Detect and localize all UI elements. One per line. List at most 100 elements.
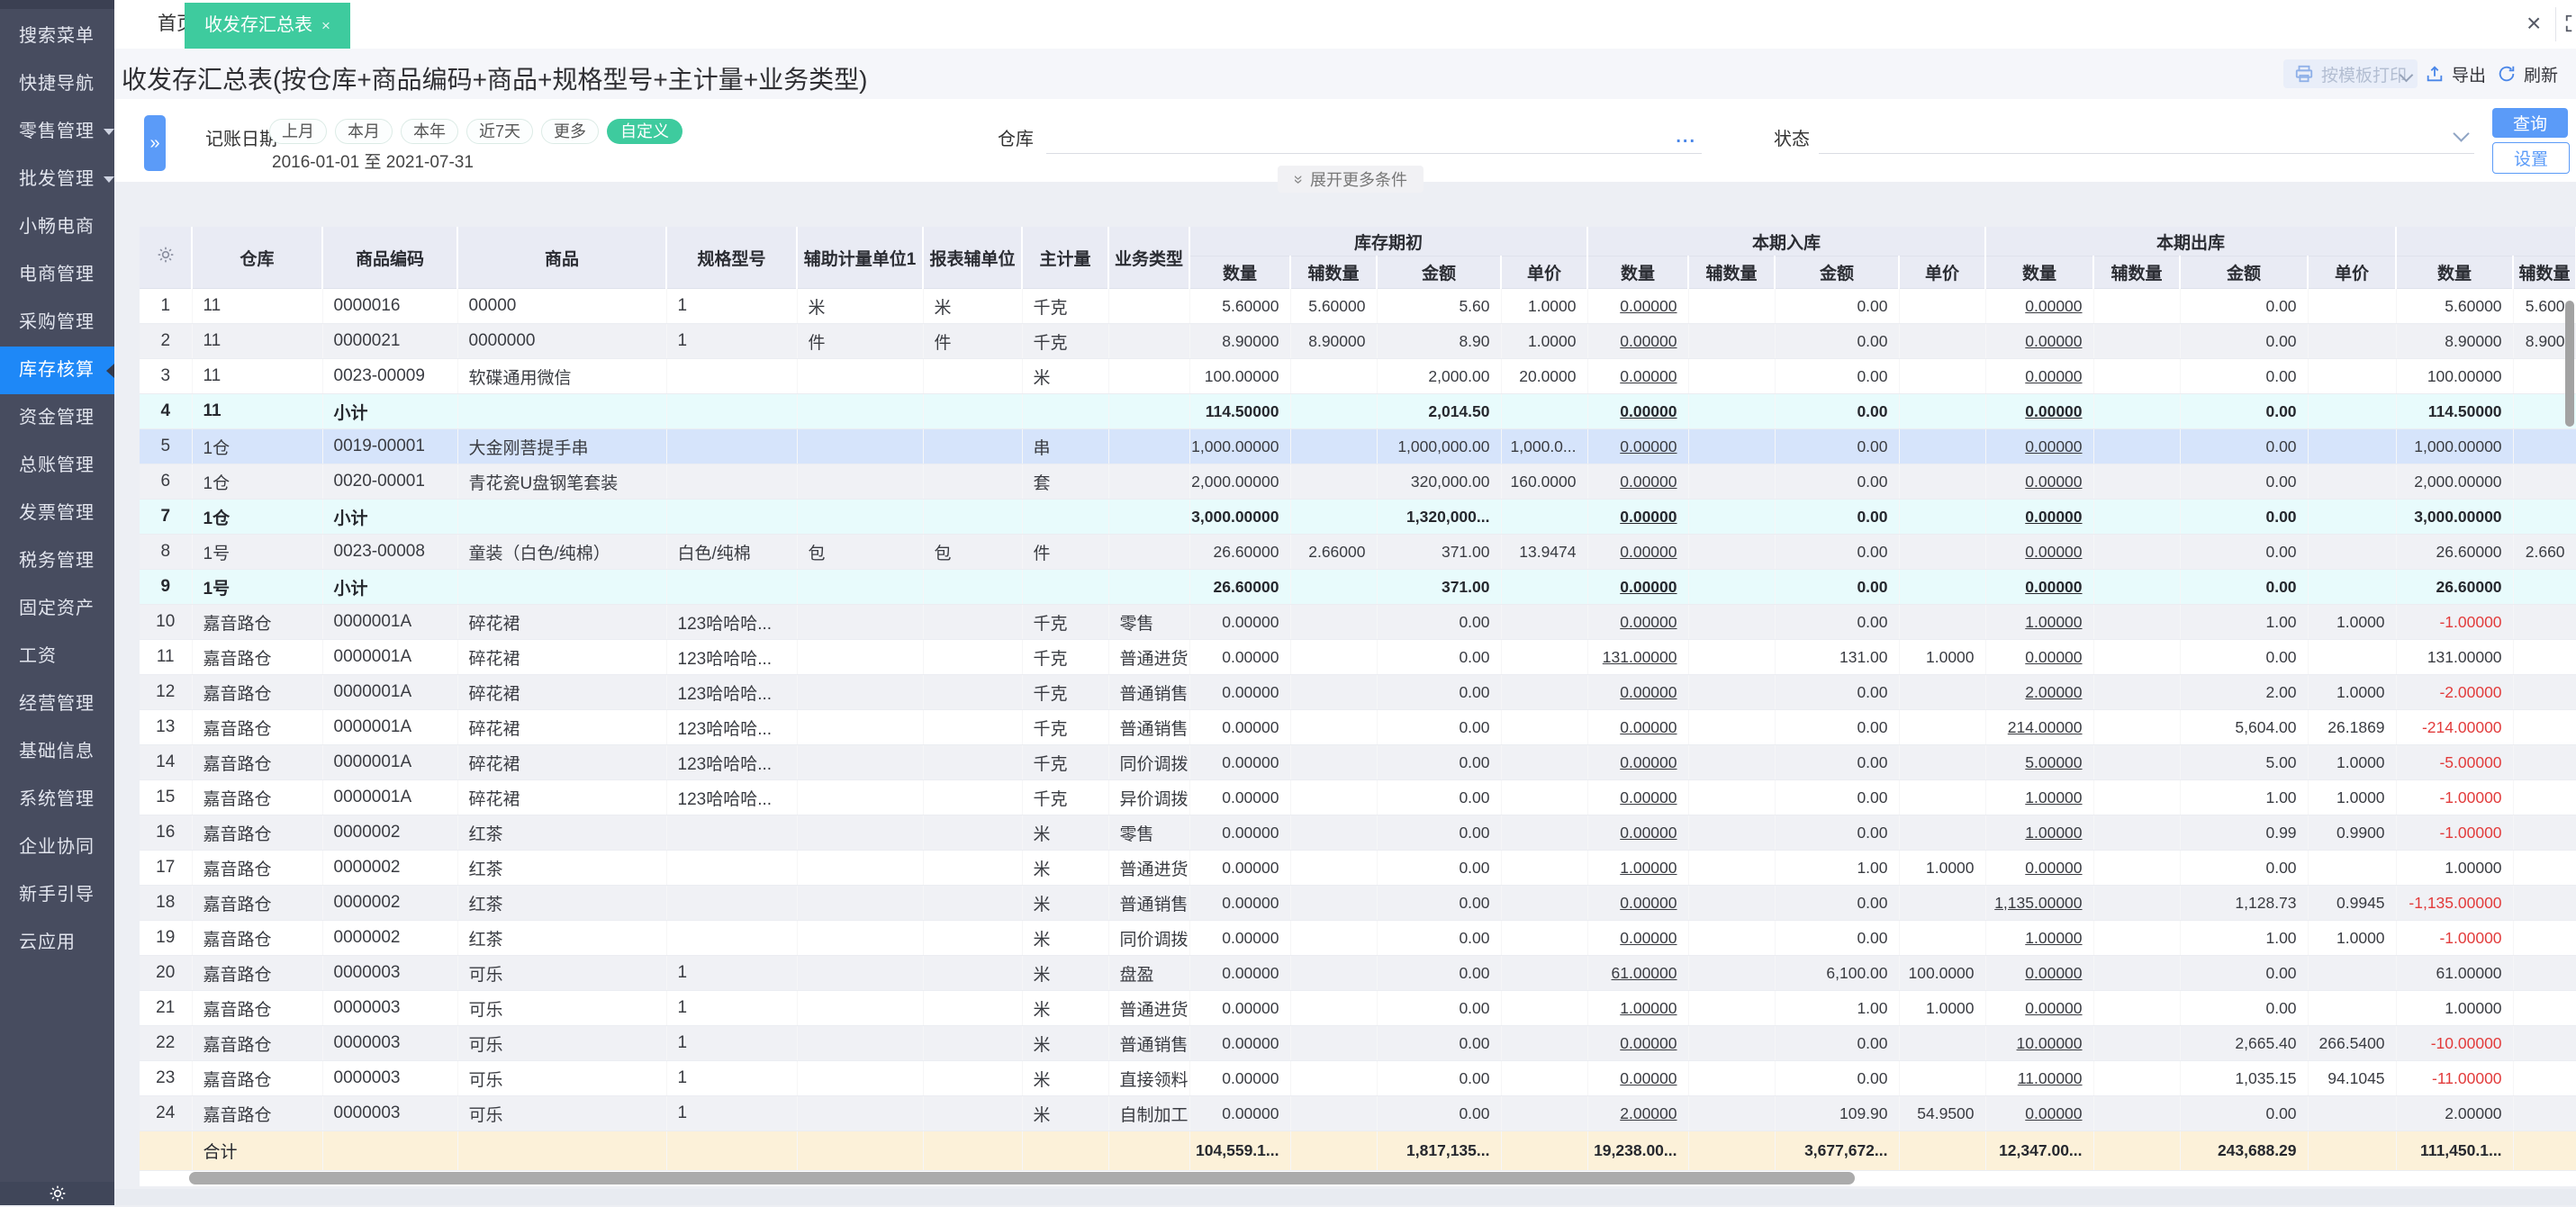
table-row-13[interactable]: 13 嘉音路仓 0000001A 碎花裙 123哈哈哈... 千克 普通销售 0.00000 0… bbox=[140, 709, 2576, 745]
drilldown-link[interactable]: 0.00000 bbox=[2025, 964, 2082, 982]
ellipsis-icon[interactable]: ... bbox=[1676, 127, 1696, 148]
warehouse-input[interactable]: ... bbox=[1046, 121, 1702, 154]
drilldown-link[interactable]: 0.00000 bbox=[1620, 332, 1677, 350]
drilldown-link[interactable]: 1.00000 bbox=[2025, 788, 2082, 806]
drilldown-link[interactable]: 2.00000 bbox=[1620, 1104, 1677, 1122]
drilldown-link[interactable]: 0.00000 bbox=[1620, 297, 1677, 315]
table-row-9[interactable]: 9 1号 小计 26.60000 371.00 0.00000 0.00 0.00000 0.0… bbox=[140, 569, 2576, 605]
date-chip-1[interactable]: 本月 bbox=[335, 119, 393, 144]
sidebar-item-6[interactable]: 采购管理 bbox=[0, 299, 114, 347]
drilldown-link[interactable]: 0.00000 bbox=[1620, 824, 1677, 842]
drilldown-link[interactable]: 61.00000 bbox=[1612, 964, 1677, 982]
drilldown-link[interactable]: 0.00000 bbox=[1620, 683, 1677, 701]
drilldown-link[interactable]: 0.00000 bbox=[1620, 718, 1677, 736]
table-row-18[interactable]: 18 嘉音路仓 0000002 红茶 米普通销售 0.00000 0.00 0.00000 0.… bbox=[140, 885, 2576, 921]
table-row-10[interactable]: 10 嘉音路仓 0000001A 碎花裙 123哈哈哈... 千克 零售 0.00000 0.0… bbox=[140, 604, 2576, 640]
table-row-23[interactable]: 23 嘉音路仓 0000003 可乐 1 米直接领料 0.00000 0.00 0.00000 0… bbox=[140, 1060, 2576, 1096]
drilldown-link[interactable]: 214.00000 bbox=[2008, 718, 2083, 736]
drilldown-link[interactable]: 0.00000 bbox=[2025, 367, 2082, 385]
drilldown-link[interactable]: 0.00000 bbox=[2025, 402, 2082, 420]
table-row-7[interactable]: 7 1仓 小计 3,000.00000 1,320,000... 0.00000 0.00 0… bbox=[140, 499, 2576, 535]
date-chip-3[interactable]: 近7天 bbox=[466, 119, 534, 144]
sidebar-item-15[interactable]: 基础信息 bbox=[0, 728, 114, 776]
table-row-17[interactable]: 17 嘉音路仓 0000002 红茶 米普通进货 0.00000 0.00 1.00000 1.… bbox=[140, 850, 2576, 886]
drilldown-link[interactable]: 0.00000 bbox=[1620, 508, 1677, 526]
drilldown-link[interactable]: 0.00000 bbox=[1620, 437, 1677, 455]
sidebar-item-4[interactable]: 小畅电商 bbox=[0, 203, 114, 251]
sidebar-item-19[interactable]: 云应用 bbox=[0, 919, 114, 967]
sidebar-item-8[interactable]: 资金管理 bbox=[0, 394, 114, 442]
drilldown-link[interactable]: 2.00000 bbox=[2025, 683, 2082, 701]
sidebar-item-0[interactable]: 搜索菜单 bbox=[0, 13, 114, 60]
close-icon[interactable]: × bbox=[2526, 9, 2541, 38]
sidebar-item-3[interactable]: 批发管理 bbox=[0, 156, 114, 203]
date-chip-4[interactable]: 更多 bbox=[541, 119, 600, 144]
drilldown-link[interactable]: 10.00000 bbox=[2017, 1034, 2083, 1052]
drilldown-link[interactable]: 0.00000 bbox=[2025, 508, 2082, 526]
drilldown-link[interactable]: 0.00000 bbox=[2025, 473, 2082, 491]
drilldown-link[interactable]: 0.00000 bbox=[1620, 1034, 1677, 1052]
drilldown-link[interactable]: 0.00000 bbox=[2025, 332, 2082, 350]
drilldown-link[interactable]: 0.00000 bbox=[1620, 753, 1677, 771]
drilldown-link[interactable]: 5.00000 bbox=[2025, 753, 2082, 771]
horizontal-scrollbar[interactable] bbox=[189, 1172, 1855, 1184]
table-row-2[interactable]: 2 11 0000021 0000000 1 件件千克 8.90000 8.90000 8.90… bbox=[140, 323, 2576, 359]
drilldown-link[interactable]: 131.00000 bbox=[1603, 648, 1677, 666]
drilldown-link[interactable]: 1,135.00000 bbox=[1994, 894, 2082, 912]
drilldown-link[interactable]: 0.00000 bbox=[2025, 578, 2082, 596]
refresh-button[interactable]: 刷新 bbox=[2497, 59, 2558, 88]
table-row-6[interactable]: 6 1仓 0020-00001 青花瓷U盘钢笔套装 套 2,000.00000 320,00… bbox=[140, 464, 2576, 500]
query-button[interactable]: 查询 bbox=[2492, 108, 2568, 138]
table-row-20[interactable]: 20 嘉音路仓 0000003 可乐 1 米盘盈 0.00000 0.00 61.00000 6,… bbox=[140, 955, 2576, 991]
date-range-value[interactable]: 2016-01-01 至 2021-07-31 bbox=[272, 149, 474, 173]
sidebar-item-18[interactable]: 新手引导 bbox=[0, 871, 114, 919]
drilldown-link[interactable]: 0.00000 bbox=[2025, 1104, 2082, 1122]
sidebar-item-10[interactable]: 发票管理 bbox=[0, 490, 114, 537]
drilldown-link[interactable]: 0.00000 bbox=[1620, 1069, 1677, 1087]
drilldown-link[interactable]: 0.00000 bbox=[2025, 437, 2082, 455]
drilldown-link[interactable]: 1.00000 bbox=[1620, 999, 1677, 1017]
drilldown-link[interactable]: 0.00000 bbox=[1620, 543, 1677, 561]
collapse-filter-button[interactable]: » bbox=[144, 115, 166, 171]
table-row-3[interactable]: 3 11 0023-00009 软碟通用微信 米 100.00000 2,000.00 20.… bbox=[140, 358, 2576, 394]
tab-close-icon[interactable]: × bbox=[321, 17, 330, 34]
settings-button[interactable]: 设置 bbox=[2492, 142, 2570, 174]
sidebar-item-9[interactable]: 总账管理 bbox=[0, 442, 114, 490]
table-row-12[interactable]: 12 嘉音路仓 0000001A 碎花裙 123哈哈哈... 千克 普通销售 0.00000 0… bbox=[140, 674, 2576, 710]
sidebar-item-5[interactable]: 电商管理 bbox=[0, 251, 114, 299]
table-row-5[interactable]: 5 1仓 0019-00001 大金刚菩提手串 串 1,000.00000 1,000,00… bbox=[140, 428, 2576, 464]
table-row-11[interactable]: 11 嘉音路仓 0000001A 碎花裙 123哈哈哈... 千克 普通进货 0.00000 0… bbox=[140, 639, 2576, 675]
drilldown-link[interactable]: 0.00000 bbox=[1620, 367, 1677, 385]
custom-date-badge[interactable]: 自定义 bbox=[607, 119, 683, 144]
drilldown-link[interactable]: 0.00000 bbox=[1620, 613, 1677, 631]
sidebar-item-1[interactable]: 快捷导航 bbox=[0, 60, 114, 108]
table-row-22[interactable]: 22 嘉音路仓 0000003 可乐 1 米普通销售 0.00000 0.00 0.00000 0… bbox=[140, 1025, 2576, 1061]
drilldown-link[interactable]: 0.00000 bbox=[2025, 999, 2082, 1017]
date-chip-2[interactable]: 本年 bbox=[401, 119, 458, 144]
sidebar-item-2[interactable]: 零售管理 bbox=[0, 108, 114, 156]
tab-summary-report[interactable]: 收发存汇总表 × bbox=[185, 3, 350, 49]
drilldown-link[interactable]: 1.00000 bbox=[2025, 824, 2082, 842]
sidebar-item-7[interactable]: 库存核算 bbox=[0, 347, 114, 394]
fullscreen-icon[interactable] bbox=[2564, 14, 2576, 38]
drilldown-link[interactable]: 1.00000 bbox=[1620, 859, 1677, 877]
table-row-1[interactable]: 1 11 0000016 00000 1 米米千克 5.60000 5.60000 5.60 1.… bbox=[140, 288, 2576, 324]
table-row-15[interactable]: 15 嘉音路仓 0000001A 碎花裙 123哈哈哈... 千克 异价调拨 0.00000 0… bbox=[140, 779, 2576, 815]
table-row-21[interactable]: 21 嘉音路仓 0000003 可乐 1 米普通进货 0.00000 0.00 1.00000 1… bbox=[140, 990, 2576, 1026]
drilldown-link[interactable]: 0.00000 bbox=[1620, 929, 1677, 947]
sidebar-item-11[interactable]: 税务管理 bbox=[0, 537, 114, 585]
table-row-14[interactable]: 14 嘉音路仓 0000001A 碎花裙 123哈哈哈... 千克 同价调拨 0.00000 0… bbox=[140, 744, 2576, 780]
drilldown-link[interactable]: 1.00000 bbox=[2025, 613, 2082, 631]
gear-icon[interactable] bbox=[49, 1185, 67, 1206]
export-button[interactable]: 导出 bbox=[2425, 59, 2486, 88]
chevron-down-icon[interactable] bbox=[2453, 125, 2470, 144]
date-chip-0[interactable]: 上月 bbox=[269, 119, 327, 144]
drilldown-link[interactable]: 11.00000 bbox=[2018, 1069, 2083, 1087]
drilldown-link[interactable]: 0.00000 bbox=[2025, 543, 2082, 561]
drilldown-link[interactable]: 0.00000 bbox=[1620, 473, 1677, 491]
drilldown-link[interactable]: 0.00000 bbox=[2025, 297, 2082, 315]
drilldown-link[interactable]: 0.00000 bbox=[1620, 402, 1677, 420]
column-settings-gear-icon[interactable] bbox=[140, 227, 193, 289]
drilldown-link[interactable]: 0.00000 bbox=[1620, 578, 1677, 596]
status-select[interactable] bbox=[1819, 121, 2474, 154]
